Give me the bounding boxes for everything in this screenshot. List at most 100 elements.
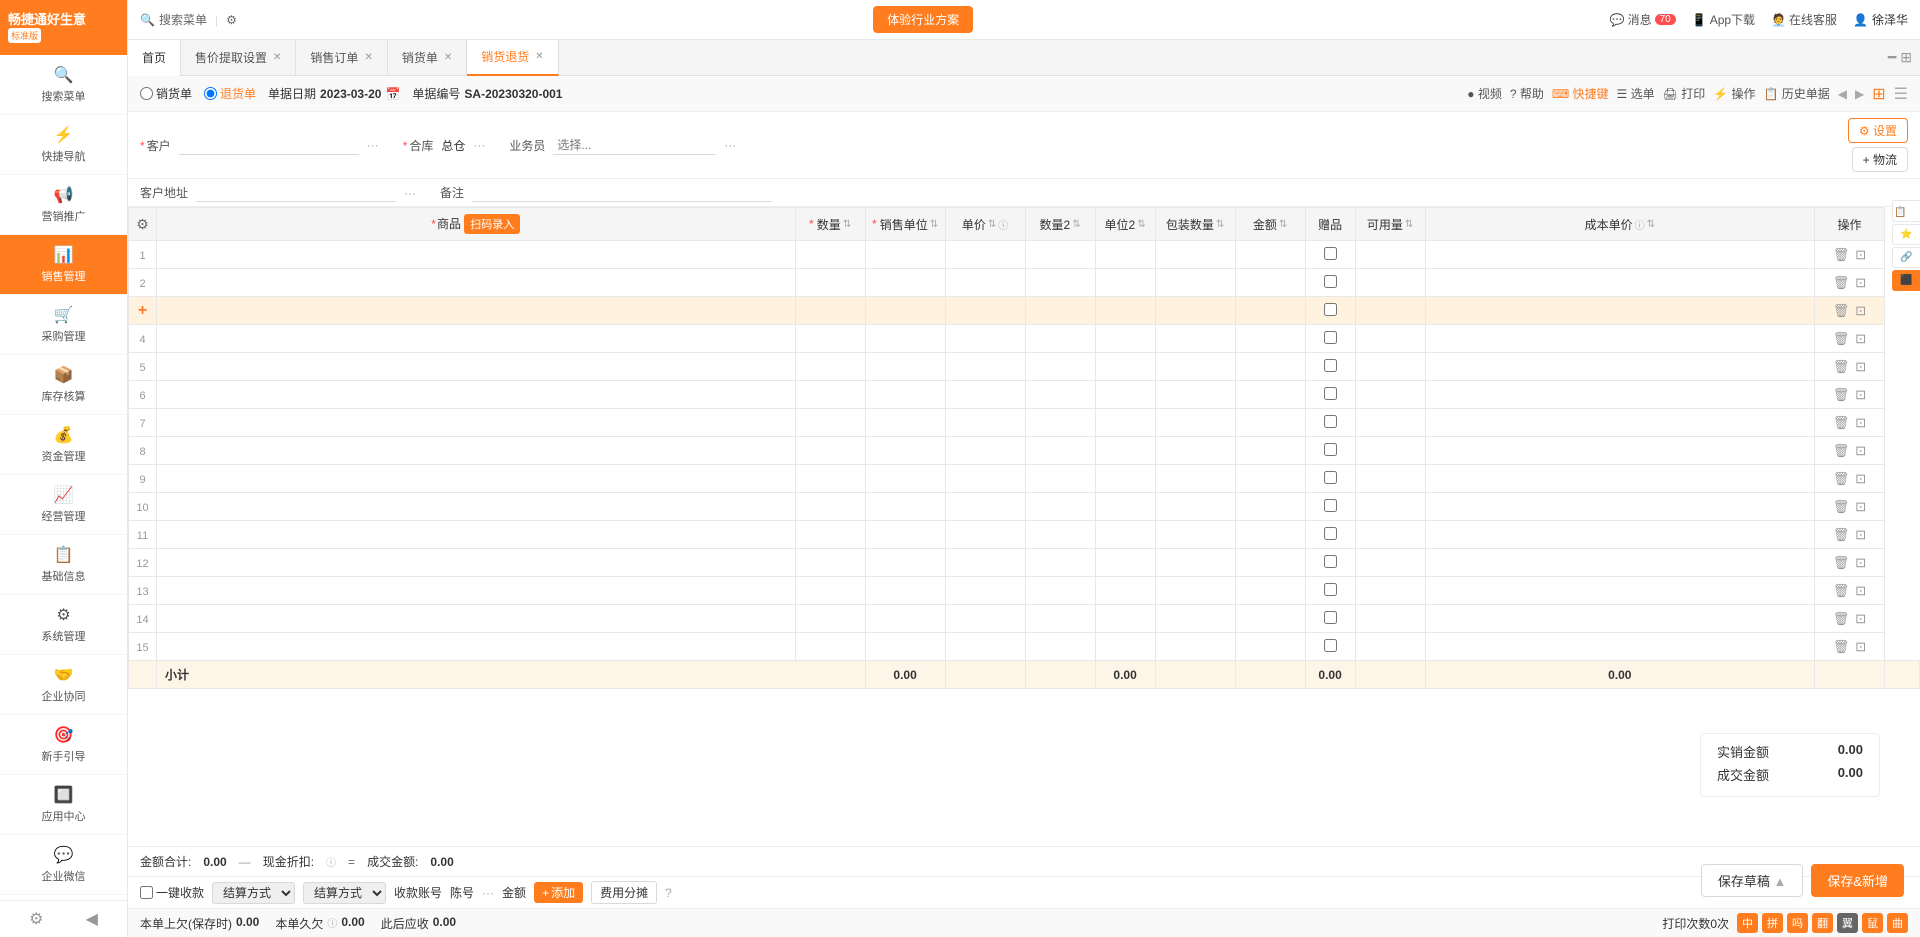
qty-cell-11[interactable] <box>795 521 865 549</box>
product-cell-8[interactable] <box>157 437 796 465</box>
calendar-icon[interactable]: 📅 <box>385 87 400 101</box>
sidebar-item-apps[interactable]: 🔲 应用中心 <box>0 775 127 835</box>
sort-unit2-icon[interactable]: ⇅ <box>1137 219 1145 230</box>
save-draft-btn[interactable]: 保存草稿 ▲ <box>1701 864 1804 897</box>
gift-checkbox-10[interactable] <box>1324 499 1337 512</box>
unit2-cell-3[interactable] <box>1095 297 1155 325</box>
qty-cell-13[interactable] <box>795 577 865 605</box>
grid-view-icon[interactable]: ⊞ <box>1872 84 1885 104</box>
qty2-cell-1[interactable] <box>1025 241 1095 269</box>
cost-cell-5[interactable] <box>1425 353 1814 381</box>
available-cell-6[interactable] <box>1355 381 1425 409</box>
pack-cell-12[interactable] <box>1155 549 1235 577</box>
copy-icon-11[interactable]: ⊡ <box>1855 527 1866 543</box>
qty2-cell-12[interactable] <box>1025 549 1095 577</box>
tab-home[interactable]: 首页 <box>128 40 181 76</box>
price-cell-11[interactable] <box>945 521 1025 549</box>
qty2-cell-9[interactable] <box>1025 465 1095 493</box>
sort-qty2-icon[interactable]: ⇅ <box>1072 219 1080 230</box>
gift-cell-2[interactable] <box>1305 269 1355 297</box>
topbar-messages[interactable]: 💬 消息 70 <box>1610 11 1676 28</box>
qty-cell-6[interactable] <box>795 381 865 409</box>
gift-cell-5[interactable] <box>1305 353 1355 381</box>
unit2-cell-9[interactable] <box>1095 465 1155 493</box>
unit2-cell-8[interactable] <box>1095 437 1155 465</box>
gift-checkbox-2[interactable] <box>1324 275 1337 288</box>
history-btn[interactable]: 📋 历史单据 <box>1764 85 1830 102</box>
amount-cell-11[interactable] <box>1235 521 1305 549</box>
gift-cell-12[interactable] <box>1305 549 1355 577</box>
select-btn[interactable]: ☰ 选单 <box>1617 85 1655 102</box>
pack-cell-7[interactable] <box>1155 409 1235 437</box>
salesperson-input[interactable] <box>553 136 716 155</box>
sort-pack-icon[interactable]: ⇅ <box>1216 219 1224 230</box>
add-btn[interactable]: + 添加 <box>534 882 583 903</box>
pack-cell-8[interactable] <box>1155 437 1235 465</box>
cost-cell-7[interactable] <box>1425 409 1814 437</box>
gift-cell-8[interactable] <box>1305 437 1355 465</box>
pack-cell-4[interactable] <box>1155 325 1235 353</box>
gift-cell-6[interactable] <box>1305 381 1355 409</box>
qty2-cell-3[interactable] <box>1025 297 1095 325</box>
amount-cell-2[interactable] <box>1235 269 1305 297</box>
sidebar-item-base[interactable]: 📋 基础信息 <box>0 535 127 595</box>
gift-cell-15[interactable] <box>1305 633 1355 661</box>
delete-icon-11[interactable]: 🗑 <box>1833 527 1850 543</box>
amount-cell-7[interactable] <box>1235 409 1305 437</box>
available-cell-5[interactable] <box>1355 353 1425 381</box>
copy-icon-9[interactable]: ⊡ <box>1855 471 1866 487</box>
radio-sales[interactable]: 销货单 <box>140 85 192 102</box>
pack-cell-9[interactable] <box>1155 465 1235 493</box>
sort-amount-icon[interactable]: ⇅ <box>1279 219 1287 230</box>
amount-cell-14[interactable] <box>1235 605 1305 633</box>
experience-btn[interactable]: 体验行业方案 <box>873 6 973 33</box>
salesperson-dots[interactable]: ··· <box>724 138 736 152</box>
product-cell-15[interactable] <box>157 633 796 661</box>
price-cell-8[interactable] <box>945 437 1025 465</box>
gift-checkbox-12[interactable] <box>1324 555 1337 568</box>
qty2-cell-4[interactable] <box>1025 325 1095 353</box>
price-cell-5[interactable] <box>945 353 1025 381</box>
available-cell-15[interactable] <box>1355 633 1425 661</box>
sort-qty-icon[interactable]: ⇅ <box>843 219 851 230</box>
scan-btn[interactable]: 扫码录入 <box>464 214 520 234</box>
topbar-online-service[interactable]: 🧑‍💼 在线客服 <box>1771 11 1837 28</box>
sidebar-item-search[interactable]: 🔍 搜索菜单 <box>0 55 127 115</box>
qty2-cell-6[interactable] <box>1025 381 1095 409</box>
cost-cell-14[interactable] <box>1425 605 1814 633</box>
delete-icon-15[interactable]: 🗑 <box>1833 639 1850 655</box>
sidebar-item-purchase[interactable]: 🛒 采购管理 <box>0 295 127 355</box>
tool-shu[interactable]: 鼠 <box>1862 913 1883 933</box>
copy-icon-15[interactable]: ⊡ <box>1855 639 1866 655</box>
price-cell-15[interactable] <box>945 633 1025 661</box>
radio-return[interactable]: 退货单 <box>204 85 256 102</box>
topbar-nav-settings[interactable]: ⚙ <box>226 13 237 27</box>
amount-cell-1[interactable] <box>1235 241 1305 269</box>
price-cell-3[interactable] <box>945 297 1025 325</box>
qty2-cell-10[interactable] <box>1025 493 1095 521</box>
qty-cell-2[interactable] <box>795 269 865 297</box>
right-btn-1[interactable]: 📋 <box>1892 200 1920 222</box>
qty-cell-14[interactable] <box>795 605 865 633</box>
product-cell-9[interactable] <box>157 465 796 493</box>
tool-zh[interactable]: 中 <box>1737 913 1758 933</box>
sidebar-item-finance[interactable]: 💰 资金管理 <box>0 415 127 475</box>
price-cell-10[interactable] <box>945 493 1025 521</box>
cost-cell-4[interactable] <box>1425 325 1814 353</box>
unit-cell-1[interactable] <box>865 241 945 269</box>
pack-cell-10[interactable] <box>1155 493 1235 521</box>
delete-icon-7[interactable]: 🗑 <box>1833 415 1850 431</box>
available-cell-13[interactable] <box>1355 577 1425 605</box>
price-cell-4[interactable] <box>945 325 1025 353</box>
copy-icon-14[interactable]: ⊡ <box>1855 611 1866 627</box>
copy-icon-5[interactable]: ⊡ <box>1855 359 1866 375</box>
delete-icon-3[interactable]: 🗑 <box>1833 303 1850 319</box>
pack-cell-3[interactable] <box>1155 297 1235 325</box>
available-cell-12[interactable] <box>1355 549 1425 577</box>
address-dots[interactable]: ··· <box>404 186 416 200</box>
cost-cell-3[interactable] <box>1425 297 1814 325</box>
product-cell-12[interactable] <box>157 549 796 577</box>
copy-icon-12[interactable]: ⊡ <box>1855 555 1866 571</box>
cost-cell-1[interactable] <box>1425 241 1814 269</box>
product-cell-10[interactable] <box>157 493 796 521</box>
